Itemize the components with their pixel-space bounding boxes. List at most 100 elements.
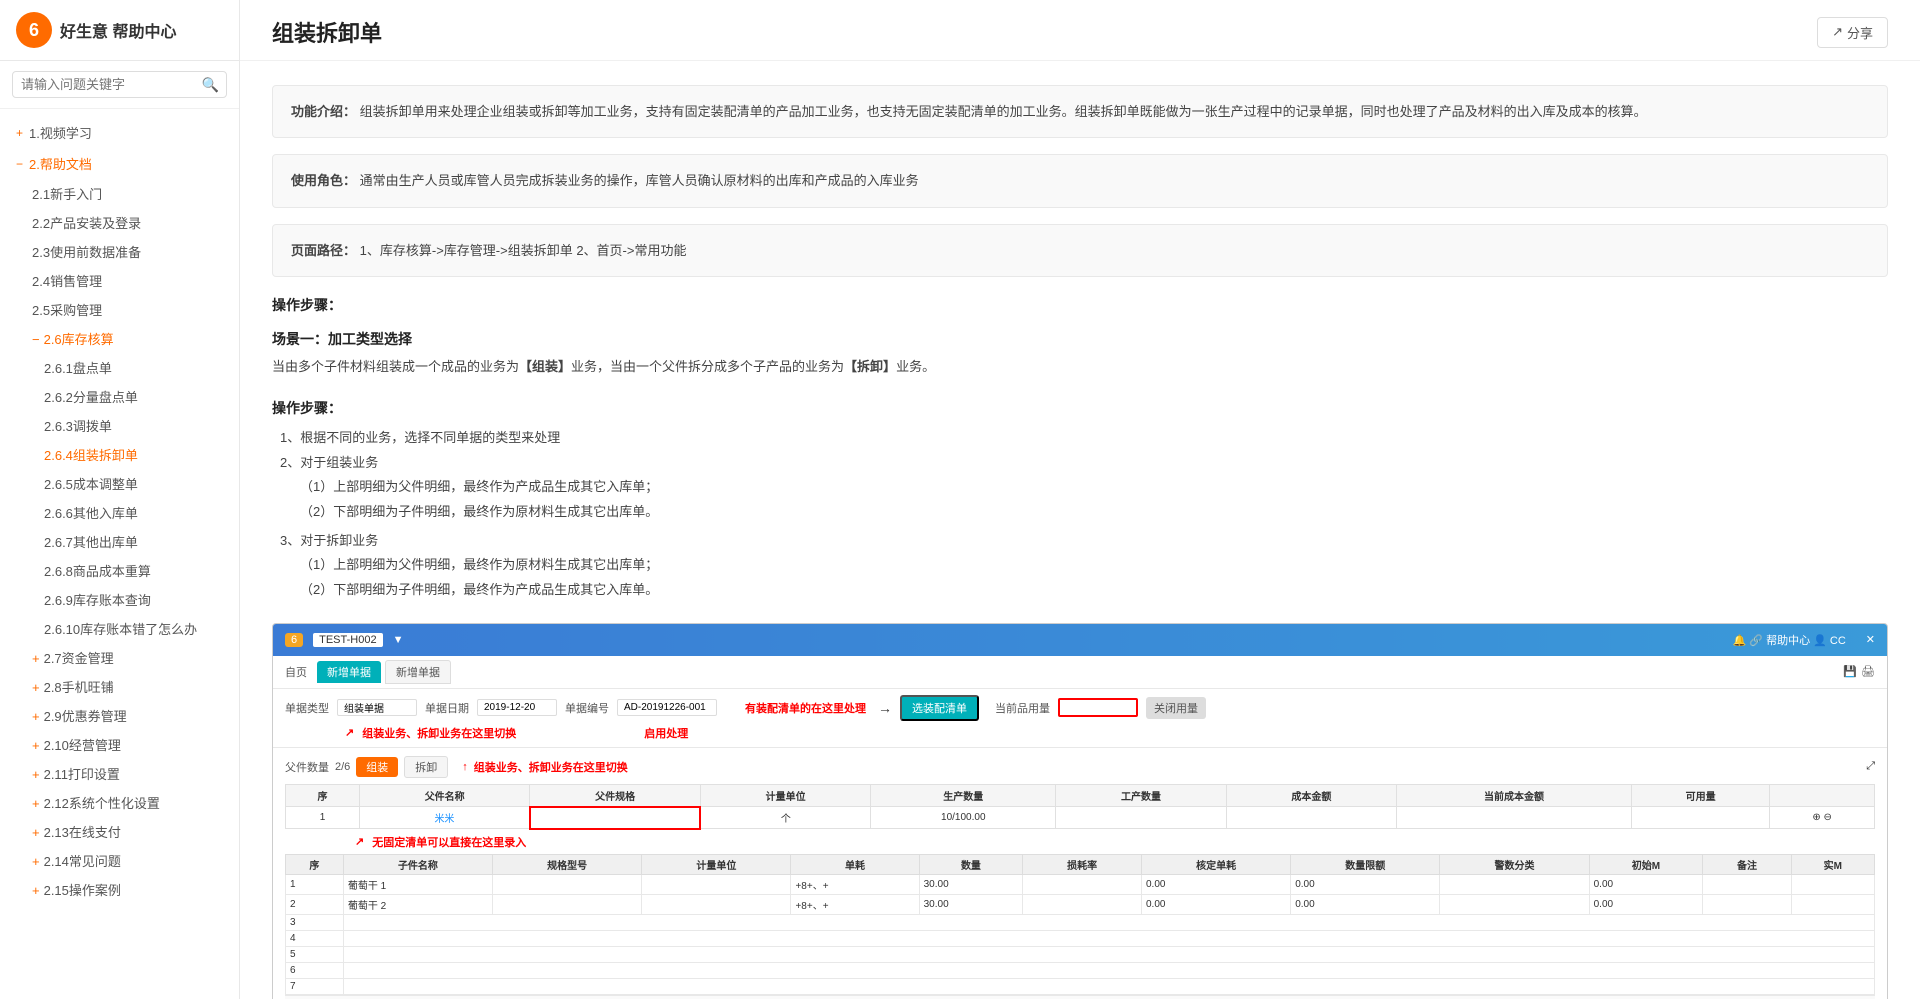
sidebar-item-finance[interactable]: +2.7资金管理 bbox=[0, 643, 239, 672]
sc-th2-qty: 数量 bbox=[919, 854, 1023, 874]
sidebar-item-transfer[interactable]: 2.6.3调拨单 bbox=[0, 411, 239, 440]
sc-annotation-nobom: ↗ 无固定清单可以直接在这里录入 bbox=[285, 834, 1875, 850]
sidebar-item-newbie[interactable]: 2.1新手入门 bbox=[0, 179, 239, 208]
sc-nav1: ▼ bbox=[393, 634, 404, 646]
intro-block: 功能介绍： 组装拆卸单用来处理企业组装或拆卸等加工业务，支持有固定装配清单的产品… bbox=[272, 85, 1888, 138]
sc-td2-empty bbox=[343, 930, 1874, 946]
sidebar-item-assembly[interactable]: 2.6.4组装拆卸单 bbox=[0, 440, 239, 469]
sidebar-item-videos[interactable]: + 1.视频学习 bbox=[0, 117, 239, 148]
sidebar-item-mobile[interactable]: +2.8手机旺铺 bbox=[0, 672, 239, 701]
table-row: 1 葡萄干 1 +8+、+ 30.00 0.00 0.00 0.00 bbox=[286, 874, 1875, 894]
sidebar-item-sales[interactable]: 2.4销售管理 bbox=[0, 266, 239, 295]
sc-td2-qty: 30.00 bbox=[919, 894, 1023, 914]
sidebar-item-coupon[interactable]: +2.9优惠券管理 bbox=[0, 701, 239, 730]
step3-sub1: （1）上部明细为父件明细，最终作为原材料生成其它出库单； bbox=[300, 553, 1888, 578]
sidebar-item-cost-adjust[interactable]: 2.6.5成本调整单 bbox=[0, 469, 239, 498]
step-list: 1、根据不同的业务，选择不同单据的类型来处理 2、对于组装业务 （1）上部明细为… bbox=[272, 426, 1888, 603]
sc-annotation1: 有装配清单的在这里处理 bbox=[745, 700, 866, 716]
sc-td2-initm: 0.00 bbox=[1589, 894, 1703, 914]
sc-td-spec bbox=[530, 807, 700, 829]
sc-date-input[interactable] bbox=[477, 699, 557, 716]
sc-annotation-row: ↗ 组装业务、拆卸业务在这里切换 启用处理 bbox=[285, 725, 1875, 741]
sc-docid-input[interactable] bbox=[617, 699, 717, 716]
sidebar-item-docs[interactable]: − 2.帮助文档 bbox=[0, 148, 239, 179]
screenshot-menubar: 自页 新增单据 新增单据 💾 🖨 bbox=[273, 656, 1887, 689]
sc-qty-label: 当前品用量 bbox=[995, 700, 1050, 716]
step2-sub1: （1）上部明细为父件明细，最终作为产成品生成其它入库单； bbox=[300, 475, 1888, 500]
sc-docid-label: 单据编号 bbox=[565, 700, 609, 716]
sidebar-item-operation[interactable]: +2.10经营管理 bbox=[0, 730, 239, 759]
sidebar-item-other-in[interactable]: 2.6.6其他入库单 bbox=[0, 498, 239, 527]
intro-label: 功能介绍： bbox=[291, 104, 356, 119]
sc-annotation3: 启用处理 bbox=[644, 725, 688, 741]
step2-sub2: （2）下部明细为子件明细，最终作为原材料生成其它出库单。 bbox=[300, 500, 1888, 525]
sidebar-item-partial-stocktake[interactable]: 2.6.2分量盘点单 bbox=[0, 382, 239, 411]
intro-text: 组装拆卸单用来处理企业组装或拆卸等加工业务，支持有固定装配清单的产品加工业务，也… bbox=[360, 104, 1647, 119]
sidebar-item-stocktake[interactable]: 2.6.1盘点单 bbox=[0, 353, 239, 382]
sc-th2-initm: 初始M bbox=[1589, 854, 1703, 874]
search-box: 🔍 bbox=[0, 61, 239, 109]
sc-select-btn[interactable]: 选装配清单 bbox=[900, 695, 979, 721]
sc-doc-type-input[interactable] bbox=[337, 699, 417, 716]
steps-heading: 操作步骤： bbox=[272, 398, 1888, 418]
sc-annotation2: 组装业务、拆卸业务在这里切换 bbox=[362, 725, 516, 741]
sidebar-item-cost-recalc[interactable]: 2.6.8商品成本重算 bbox=[0, 556, 239, 585]
sc-td2-warn bbox=[1440, 874, 1589, 894]
sc-td2-qty: 30.00 bbox=[919, 874, 1023, 894]
sidebar-item-ledger-query[interactable]: 2.6.9库存账本查询 bbox=[0, 585, 239, 614]
sc-td2-seq: 6 bbox=[286, 962, 344, 978]
sidebar: 6 好生意 帮助中心 🔍 + 1.视频学习 − 2.帮助文档 2.1新手入门 2… bbox=[0, 0, 240, 999]
sidebar-item-system[interactable]: +2.12系统个性化设置 bbox=[0, 788, 239, 817]
search-input[interactable] bbox=[12, 71, 227, 98]
sc-th-cost: 成本金额 bbox=[1226, 784, 1396, 807]
sc-nobom-arrow: ↗ bbox=[355, 835, 364, 848]
sc-th-prod-qty: 生产数量 bbox=[871, 784, 1056, 807]
sc-td2-name: 葡萄干 1 bbox=[343, 874, 492, 894]
sc-td2-empty bbox=[343, 962, 1874, 978]
step3-sub2: （2）下部明细为子件明细，最终作为产成品生成其它入库单。 bbox=[300, 578, 1888, 603]
sc-td2-empty bbox=[343, 914, 1874, 930]
sc-td2-quota: 0.00 bbox=[1291, 894, 1440, 914]
sc-confirm-btn[interactable]: 关闭用量 bbox=[1146, 697, 1206, 719]
content-area: 功能介绍： 组装拆卸单用来处理企业组装或拆卸等加工业务，支持有固定装配清单的产品… bbox=[240, 61, 1920, 999]
collapse-icon: − bbox=[16, 157, 23, 171]
sc-assembly-btn[interactable]: 组装 bbox=[356, 757, 398, 777]
sc-tab-new[interactable]: 新增单据 bbox=[317, 661, 381, 683]
sc-arrow1: → bbox=[878, 700, 892, 716]
sc-td2-cons: +8+、+ bbox=[791, 874, 919, 894]
sc-type-row: 父件数量 2/6 组装 拆卸 ↑ 组装业务、拆卸业务在这里切换 ⤢ bbox=[285, 756, 1875, 778]
sidebar-item-print[interactable]: +2.11打印设置 bbox=[0, 759, 239, 788]
sc-th2-child-name: 子件名称 bbox=[343, 854, 492, 874]
app-title: 好生意 帮助中心 bbox=[60, 18, 176, 42]
sidebar-item-other-out[interactable]: 2.6.7其他出库单 bbox=[0, 527, 239, 556]
sc-tab-new2[interactable]: 新增单据 bbox=[385, 660, 451, 684]
sc-copy-icon[interactable]: ⊕ bbox=[1812, 812, 1820, 823]
sc-parent-table: 序 父件名称 父件规格 计量单位 生产数量 工产数量 成本金额 当前成本金额 可… bbox=[285, 784, 1875, 830]
sc-th2-warn: 警数分类 bbox=[1440, 854, 1589, 874]
sc-th2-actm: 实M bbox=[1791, 854, 1874, 874]
sidebar-item-install[interactable]: 2.2产品安装及登录 bbox=[0, 208, 239, 237]
sc-td-prod: 10/100.00 bbox=[871, 807, 1056, 829]
sc-del-icon[interactable]: ⊖ bbox=[1824, 812, 1832, 823]
sc-th-action bbox=[1770, 784, 1875, 807]
sidebar-item-ledger-error[interactable]: 2.6.10库存账本错了怎么办 bbox=[0, 614, 239, 643]
sidebar-item-data-prep[interactable]: 2.3使用前数据准备 bbox=[0, 237, 239, 266]
sidebar-item-inventory[interactable]: −2.6库存核算 bbox=[0, 324, 239, 353]
sidebar-item-purchase[interactable]: 2.5采购管理 bbox=[0, 295, 239, 324]
sc-th2-unit-cons: 单耗 bbox=[791, 854, 919, 874]
sc-td2-actm bbox=[1791, 874, 1874, 894]
sc-resize-icon: ⤢ bbox=[1866, 760, 1875, 773]
share-button[interactable]: ↗ 分享 bbox=[1817, 17, 1888, 48]
sc-action-icons: 💾 🖨 bbox=[1843, 665, 1875, 678]
table-row: 6 bbox=[286, 962, 1875, 978]
table-row: 5 bbox=[286, 946, 1875, 962]
share-icon: ↗ bbox=[1832, 24, 1843, 40]
sidebar-item-faq[interactable]: +2.14常见问题 bbox=[0, 846, 239, 875]
sc-td2-seq: 4 bbox=[286, 930, 344, 946]
sc-disassembly-btn[interactable]: 拆卸 bbox=[404, 756, 448, 778]
sidebar-item-cases[interactable]: +2.15操作案例 bbox=[0, 875, 239, 904]
sc-qty-input[interactable] bbox=[1058, 698, 1138, 717]
sidebar-item-payment[interactable]: +2.13在线支付 bbox=[0, 817, 239, 846]
sc-th-cur-cost: 当前成本金额 bbox=[1397, 784, 1632, 807]
sc-td2-stdcons: 0.00 bbox=[1142, 894, 1291, 914]
